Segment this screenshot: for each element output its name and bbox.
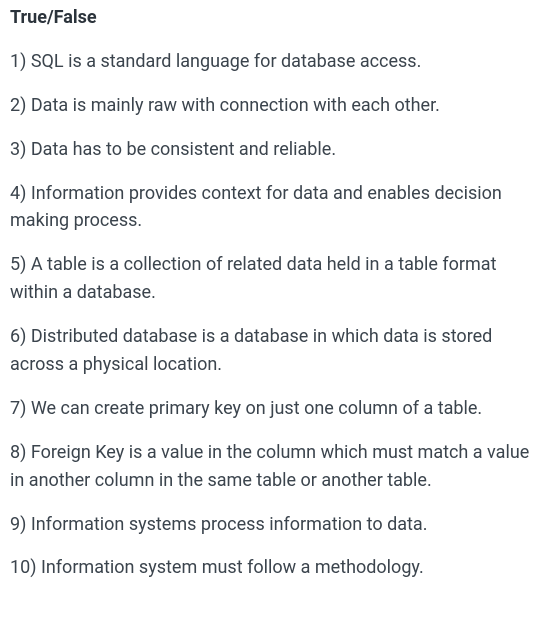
question-item: 6) Distributed database is a database in… <box>10 323 533 379</box>
section-heading: True/False <box>10 4 533 32</box>
question-item: 9) Information systems process informati… <box>10 511 533 539</box>
question-item: 3) Data has to be consistent and reliabl… <box>10 136 533 164</box>
question-item: 5) A table is a collection of related da… <box>10 251 533 307</box>
question-item: 4) Information provides context for data… <box>10 180 533 236</box>
question-item: 2) Data is mainly raw with connection wi… <box>10 92 533 120</box>
question-item: 7) We can create primary key on just one… <box>10 395 533 423</box>
question-item: 10) Information system must follow a met… <box>10 554 533 582</box>
question-item: 1) SQL is a standard language for databa… <box>10 48 533 76</box>
question-item: 8) Foreign Key is a value in the column … <box>10 439 533 495</box>
